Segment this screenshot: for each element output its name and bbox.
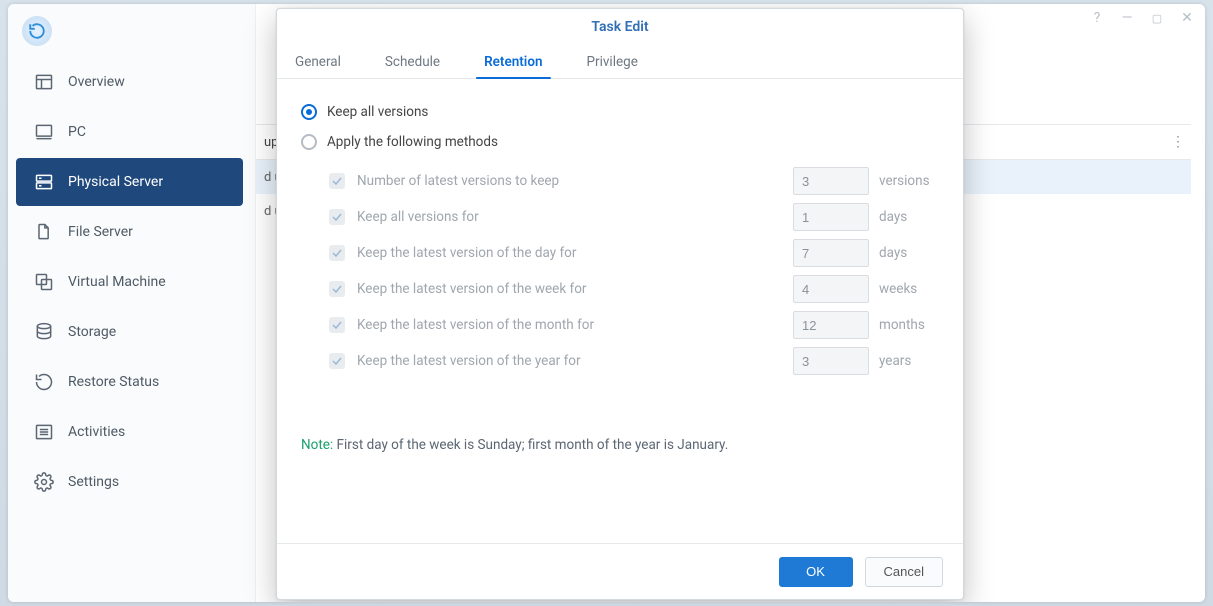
method-label: Keep the latest version of the month for <box>357 317 793 333</box>
method-label: Keep the latest version of the week for <box>357 281 793 297</box>
method-label: Keep the latest version of the day for <box>357 245 793 261</box>
method-latest-week: Keep the latest version of the week for … <box>301 271 939 307</box>
radio-keep-all-versions[interactable]: Keep all versions <box>301 97 939 127</box>
checkbox-icon[interactable] <box>329 317 345 333</box>
radio-icon <box>301 134 317 150</box>
checkbox-icon[interactable] <box>329 353 345 369</box>
tab-privilege[interactable]: Privilege <box>579 54 646 78</box>
task-edit-dialog: Task Edit General Schedule Retention Pri… <box>276 8 964 600</box>
ok-button[interactable]: OK <box>779 557 853 587</box>
checkbox-icon[interactable] <box>329 281 345 297</box>
method-unit: months <box>879 317 939 333</box>
method-input[interactable] <box>793 275 869 303</box>
dialog-footer: OK Cancel <box>277 543 963 599</box>
method-input[interactable] <box>793 311 869 339</box>
radio-icon <box>301 104 317 120</box>
method-unit: days <box>879 245 939 261</box>
method-input[interactable] <box>793 347 869 375</box>
method-input[interactable] <box>793 203 869 231</box>
app-window: Overview PC Physical Server File Server … <box>8 4 1205 602</box>
method-latest-year: Keep the latest version of the year for … <box>301 343 939 379</box>
method-input[interactable] <box>793 167 869 195</box>
checkbox-icon[interactable] <box>329 245 345 261</box>
checkbox-icon[interactable] <box>329 173 345 189</box>
method-unit: versions <box>879 173 939 189</box>
method-unit: years <box>879 353 939 369</box>
dialog-tabbar: General Schedule Retention Privilege <box>277 45 963 79</box>
retention-note: Note: First day of the week is Sunday; f… <box>301 437 939 453</box>
method-unit: days <box>879 209 939 225</box>
method-unit: weeks <box>879 281 939 297</box>
dialog-body: Keep all versions Apply the following me… <box>277 79 963 543</box>
radio-label: Apply the following methods <box>327 134 498 150</box>
tab-schedule[interactable]: Schedule <box>377 54 448 78</box>
cancel-button[interactable]: Cancel <box>865 557 943 587</box>
method-latest-day: Keep the latest version of the day for d… <box>301 235 939 271</box>
radio-apply-methods[interactable]: Apply the following methods <box>301 127 939 157</box>
modal-overlay: Task Edit General Schedule Retention Pri… <box>8 4 1205 602</box>
method-keep-all-for: Keep all versions for days <box>301 199 939 235</box>
note-lead: Note: <box>301 437 333 453</box>
tab-general[interactable]: General <box>287 54 349 78</box>
note-text: First day of the week is Sunday; first m… <box>333 437 728 453</box>
method-input[interactable] <box>793 239 869 267</box>
method-label: Keep all versions for <box>357 209 793 225</box>
checkbox-icon[interactable] <box>329 209 345 225</box>
method-latest-month: Keep the latest version of the month for… <box>301 307 939 343</box>
method-label: Keep the latest version of the year for <box>357 353 793 369</box>
dialog-title: Task Edit <box>277 9 963 45</box>
method-latest-versions: Number of latest versions to keep versio… <box>301 163 939 199</box>
retention-methods: Number of latest versions to keep versio… <box>301 163 939 379</box>
radio-label: Keep all versions <box>327 104 428 120</box>
method-label: Number of latest versions to keep <box>357 173 793 189</box>
tab-retention[interactable]: Retention <box>476 54 550 78</box>
